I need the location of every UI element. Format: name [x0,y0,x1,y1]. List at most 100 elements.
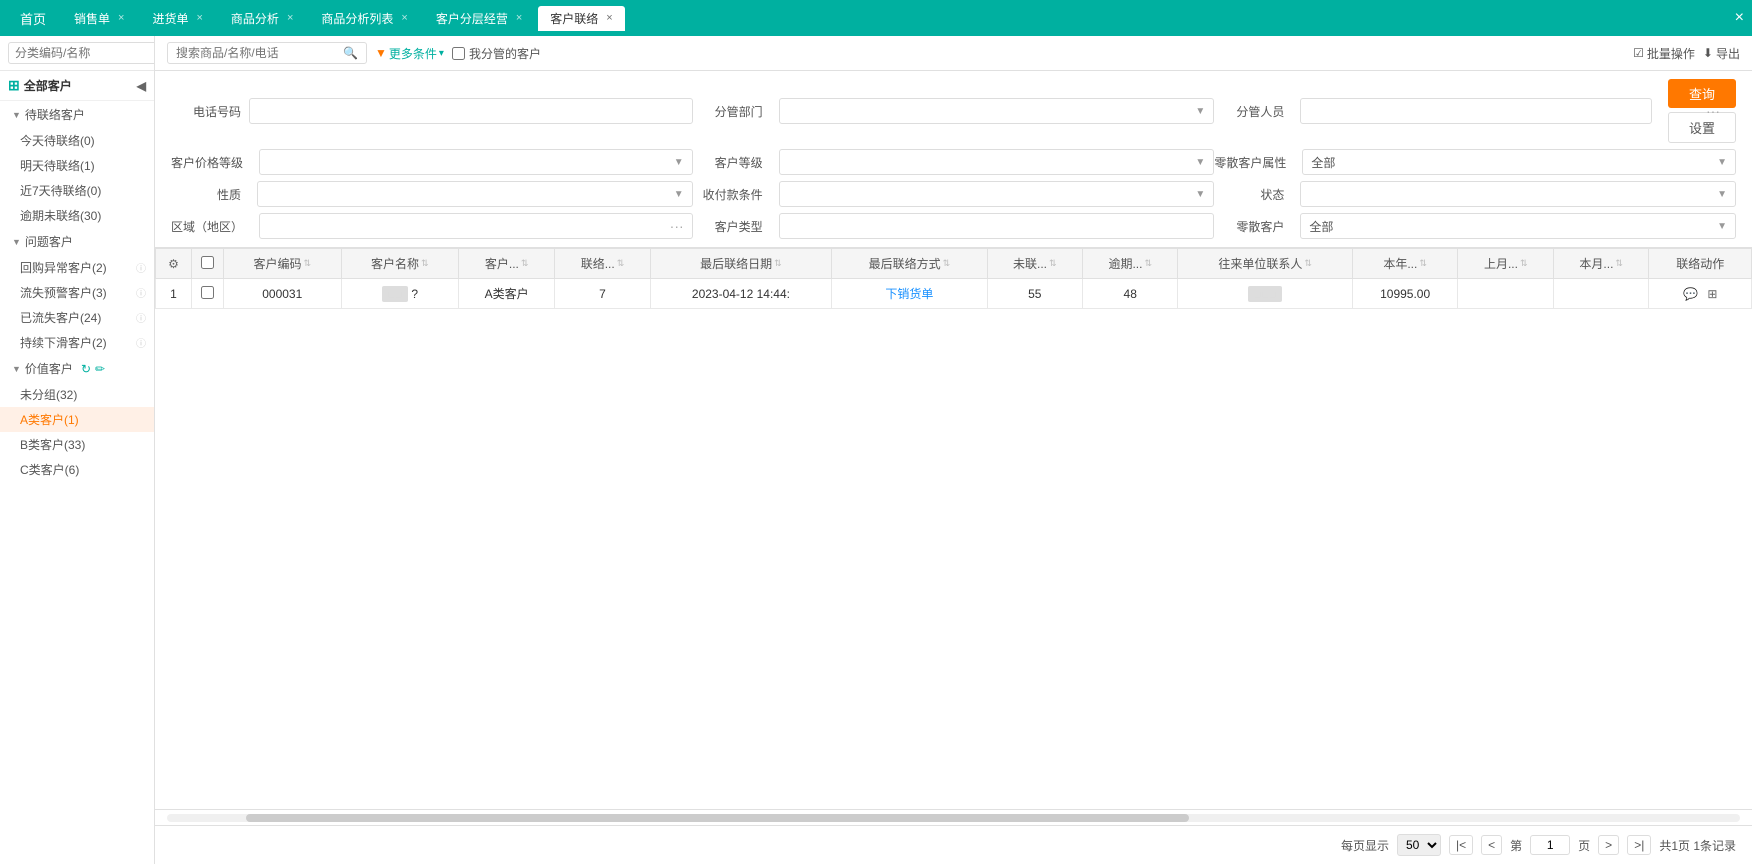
filter-select-nature[interactable]: ▼ [257,181,693,207]
sidebar-item-c-class[interactable]: C类客户(6) [0,457,154,482]
sort-company-icon[interactable]: ⇅ [1304,258,1312,269]
filter-label-status: 状态 [1214,186,1284,203]
filter-select-retail-attr[interactable]: 全部 ▼ [1302,149,1736,175]
filter-select-payment[interactable]: ▼ [779,181,1215,207]
row-action-buttons[interactable]: 💬 ⊞ [1649,279,1752,309]
scrollbar-thumb[interactable] [246,814,1190,822]
row-last-contact-method[interactable]: 下销货单 [832,279,987,309]
sidebar-group-pending-contact[interactable]: ▼ 待联络客户 [0,101,154,128]
sort-name-icon[interactable]: ⇅ [421,258,429,269]
row-current-year-amount: 10995.00 [1352,279,1458,309]
action-chat-icon[interactable]: 💬 [1683,287,1698,301]
filter-search-icon[interactable]: 🔍 [343,46,358,60]
row-checkbox-cell[interactable] [192,279,224,309]
col-settings[interactable]: ⚙ [156,249,192,279]
first-page-button[interactable]: |< [1449,835,1473,855]
filter-search-box[interactable]: 🔍 [167,42,367,64]
nav-tab-product-list[interactable]: 商品分析列表 × [309,6,419,31]
sidebar-group-problem-customer[interactable]: ▼ 问题客户 [0,228,154,255]
sidebar-item-declining[interactable]: 持续下滑客户(2) ⓘ [0,330,154,355]
nav-tab-customer-contact[interactable]: 客户联络 × [538,6,624,31]
filter-bar: 🔍 ▼ 更多条件 ▾ 我分管的客户 ☑ 批量操作 ⬇ 导出 [155,36,1752,71]
next-page-button[interactable]: > [1598,835,1619,855]
sort-overdue-icon[interactable]: ⇅ [1144,258,1152,269]
action-qr-icon[interactable]: ⊞ [1707,287,1717,301]
sidebar-item-unclassified[interactable]: 未分组(32) [0,382,154,407]
sidebar-item-churn-warning[interactable]: 流失预警客户(3) ⓘ [0,280,154,305]
sort-year-icon[interactable]: ⇅ [1419,258,1427,269]
filter-input-region[interactable]: ··· [259,213,693,239]
sidebar-search-input[interactable] [8,42,155,64]
batch-operations-button[interactable]: ☑ 批量操作 [1633,45,1695,62]
sidebar-item-repurchase-abnormal[interactable]: 回购异常客户(2) ⓘ [0,255,154,280]
sidebar-item-churned[interactable]: 已流失客户(24) ⓘ [0,305,154,330]
select-all-checkbox[interactable] [201,256,214,269]
row-last-month-amount [1458,279,1553,309]
manager-more-icon[interactable]: ··· [1706,103,1720,119]
close-all-tabs-icon[interactable]: × [1735,9,1744,27]
sort-lastmonth-icon[interactable]: ⇅ [1520,258,1528,269]
sidebar-item-today-contact[interactable]: 今天待联络(0) [0,128,154,153]
sort-code-icon[interactable]: ⇅ [304,258,312,269]
filter-search-input[interactable] [176,46,339,60]
advanced-filter-panel: 电话号码 分管部门 ▼ 分管人员 ··· 查询 设置 [155,71,1752,248]
my-customers-checkbox-label[interactable]: 我分管的客户 [452,45,541,62]
last-page-button[interactable]: >| [1627,835,1651,855]
contact-method-link[interactable]: 下销货单 [885,287,933,301]
my-customers-checkbox[interactable] [452,47,465,60]
sort-contact-icon[interactable]: ⇅ [617,258,625,269]
close-sales-tab-icon[interactable]: × [118,12,124,24]
nav-tab-product-analysis[interactable]: 商品分析 × [219,6,305,31]
per-page-select[interactable]: 50 [1397,834,1441,856]
sort-date-icon[interactable]: ⇅ [774,258,782,269]
close-customer-contact-tab-icon[interactable]: × [606,12,612,24]
row-checkbox[interactable] [201,286,214,299]
sidebar-item-tomorrow-contact[interactable]: 明天待联络(1) [0,153,154,178]
export-button[interactable]: ⬇ 导出 [1703,45,1740,62]
sidebar-group-value-customer[interactable]: ▼ 价值客户 ↻ ✏ [0,355,154,382]
sort-uncontacted-icon[interactable]: ⇅ [1049,258,1057,269]
filter-row-retail-attr: 零散客户属性 全部 ▼ [1214,149,1736,175]
filter-select-price-level[interactable]: ▼ [259,149,693,175]
filter-input-manager[interactable] [1300,98,1652,124]
sort-type-icon[interactable]: ⇅ [521,258,529,269]
page-number-input[interactable] [1530,835,1570,855]
edit-icon[interactable]: ✏ [95,362,105,376]
sidebar-item-b-class[interactable]: B类客户(33) [0,432,154,457]
sidebar-all-customers-header[interactable]: ⊞ 全部客户 ◀ [0,71,154,101]
sidebar-collapse-icon[interactable]: ◀ [137,79,146,93]
nav-tab-sales[interactable]: 销售单 × [62,6,136,31]
sidebar-item-a-class[interactable]: A类客户(1) [0,407,154,432]
nav-tab-customer-tier[interactable]: 客户分层经营 × [424,6,534,31]
sidebar-item-7day-contact[interactable]: 近7天待联络(0) [0,178,154,203]
horizontal-scrollbar[interactable] [155,809,1752,825]
row-customer-code: 000031 [224,279,342,309]
scrollbar-track[interactable] [167,814,1740,822]
sort-curmonth-icon[interactable]: ⇅ [1615,258,1623,269]
sort-method-icon[interactable]: ⇅ [943,258,951,269]
table-settings-icon[interactable]: ⚙ [168,257,179,271]
filter-input-phone[interactable] [249,98,693,124]
close-product-list-tab-icon[interactable]: × [401,12,407,24]
filter-input-customer-type[interactable] [779,213,1215,239]
region-more-icon[interactable]: ··· [670,218,684,234]
settings-button[interactable]: 设置 [1668,112,1736,143]
filter-select-dept[interactable]: ▼ [779,98,1215,124]
query-button[interactable]: 查询 [1668,79,1736,108]
close-customer-tier-tab-icon[interactable]: × [516,12,522,24]
close-product-analysis-tab-icon[interactable]: × [287,12,293,24]
sidebar-item-overdue-contact[interactable]: 逾期未联络(30) [0,203,154,228]
col-checkbox[interactable] [192,249,224,279]
batch-icon: ☑ [1633,46,1644,60]
col-current-year: 本年...⇅ [1352,249,1458,279]
nav-home[interactable]: 首页 [8,5,58,32]
filter-more-conditions[interactable]: ▼ 更多条件 ▾ [375,45,444,62]
nav-tab-purchase[interactable]: 进货单 × [140,6,214,31]
filter-select-retail-customer[interactable]: 全部 ▼ [1300,213,1736,239]
prev-page-button[interactable]: < [1481,835,1502,855]
refresh-icon[interactable]: ↻ [81,362,91,376]
close-purchase-tab-icon[interactable]: × [196,12,202,24]
col-last-contact-method: 最后联络方式⇅ [832,249,987,279]
filter-select-customer-level[interactable]: ▼ [779,149,1215,175]
filter-select-status[interactable]: ▼ [1300,181,1736,207]
